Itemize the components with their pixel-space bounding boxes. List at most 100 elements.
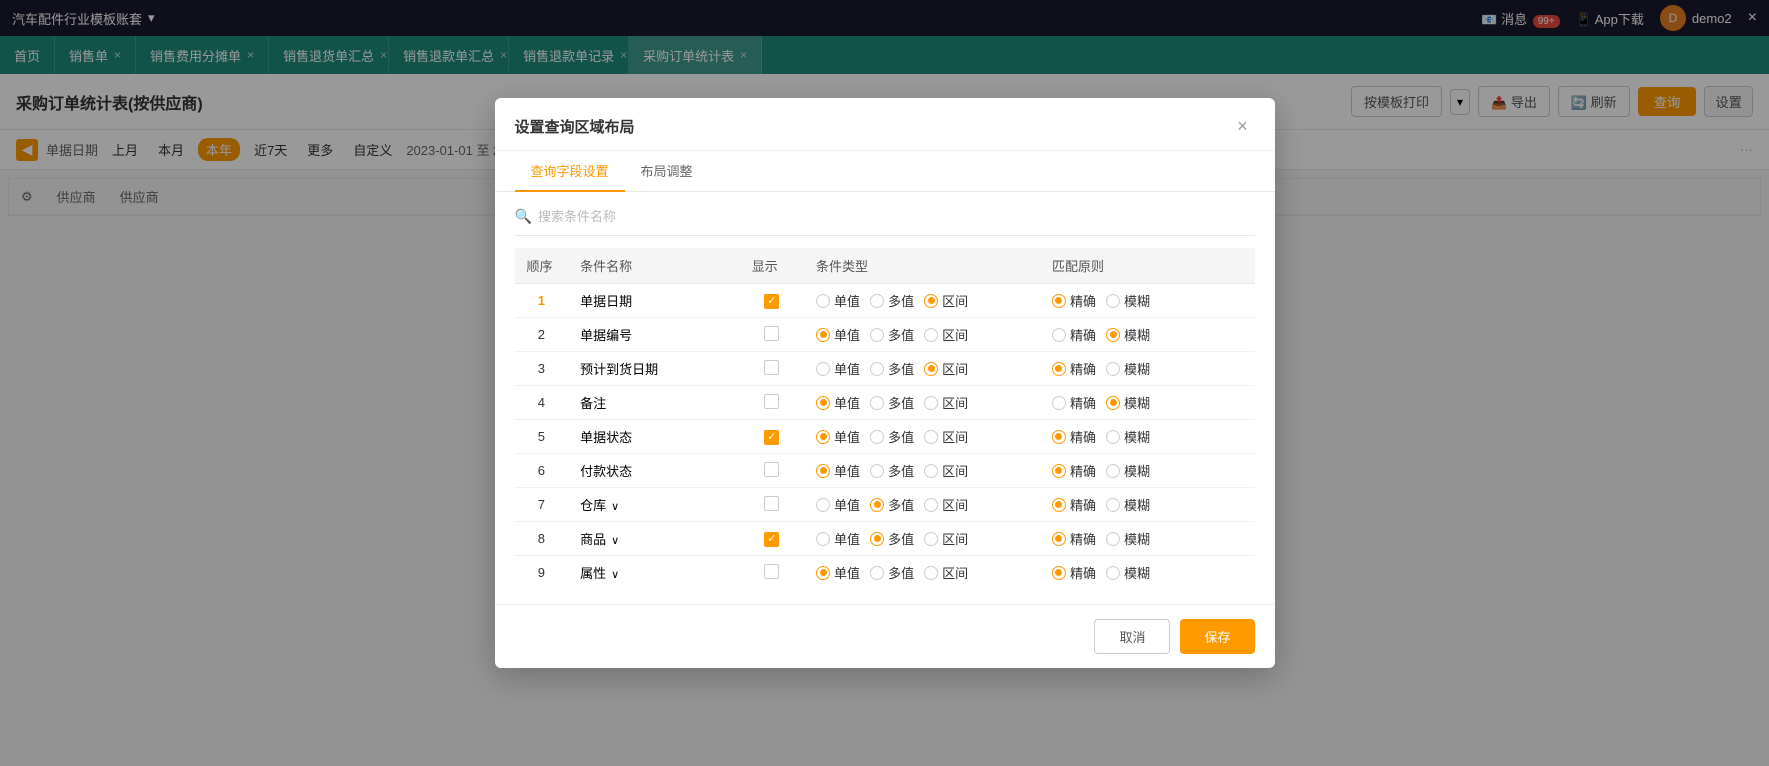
radio-circle-icon bbox=[1106, 566, 1120, 580]
radio-circle-icon bbox=[1106, 328, 1120, 342]
radio-type-item[interactable]: 区间 bbox=[924, 359, 968, 378]
radio-type-item[interactable]: 多值 bbox=[870, 393, 914, 412]
chevron-down-icon[interactable]: ∨ bbox=[608, 569, 619, 581]
conditions-table-scroll[interactable]: 顺序 条件名称 显示 条件类型 匹配原则 1单据日期单值多值区间精确模糊2单据编… bbox=[515, 248, 1255, 588]
radio-match-item[interactable]: 模糊 bbox=[1106, 291, 1150, 310]
table-row: 2单据编号单值多值区间精确模糊 bbox=[515, 318, 1255, 352]
radio-match-item[interactable]: 模糊 bbox=[1106, 461, 1150, 480]
row-show-checkbox[interactable] bbox=[764, 564, 779, 579]
radio-type-item[interactable]: 区间 bbox=[924, 529, 968, 548]
save-button[interactable]: 保存 bbox=[1180, 619, 1254, 654]
radio-type-item[interactable]: 单值 bbox=[816, 291, 860, 310]
radio-type-item[interactable]: 区间 bbox=[924, 427, 968, 446]
radio-type-item[interactable]: 区间 bbox=[924, 495, 968, 514]
radio-match-item[interactable]: 模糊 bbox=[1106, 495, 1150, 514]
radio-type-item[interactable]: 区间 bbox=[924, 291, 968, 310]
row-match-cell: 精确模糊 bbox=[1040, 386, 1255, 420]
radio-circle-icon bbox=[816, 566, 830, 580]
radio-circle-icon bbox=[816, 430, 830, 444]
chevron-down-icon[interactable]: ∨ bbox=[608, 501, 619, 513]
radio-type-item[interactable]: 区间 bbox=[924, 461, 968, 480]
chevron-down-icon[interactable]: ∨ bbox=[608, 535, 619, 547]
radio-circle-icon bbox=[1106, 362, 1120, 376]
radio-type-item[interactable]: 多值 bbox=[870, 291, 914, 310]
table-header-row: 顺序 条件名称 显示 条件类型 匹配原则 bbox=[515, 248, 1255, 284]
radio-match-item[interactable]: 模糊 bbox=[1106, 529, 1150, 548]
row-show-checkbox-cell bbox=[740, 454, 804, 488]
radio-type-item[interactable]: 区间 bbox=[924, 563, 968, 582]
dialog-close-button[interactable]: × bbox=[1231, 114, 1255, 138]
radio-label: 单值 bbox=[834, 495, 860, 514]
row-show-checkbox[interactable] bbox=[764, 430, 779, 445]
radio-match-item[interactable]: 精确 bbox=[1052, 393, 1096, 412]
row-show-checkbox[interactable] bbox=[764, 462, 779, 477]
radio-type-item[interactable]: 单值 bbox=[816, 461, 860, 480]
radio-type-item[interactable]: 单值 bbox=[816, 495, 860, 514]
radio-type-item[interactable]: 单值 bbox=[816, 529, 860, 548]
radio-type-item[interactable]: 多值 bbox=[870, 529, 914, 548]
radio-type-item[interactable]: 多值 bbox=[870, 563, 914, 582]
radio-type-item[interactable]: 单值 bbox=[816, 563, 860, 582]
dialog-tab-query-fields[interactable]: 查询字段设置 bbox=[515, 151, 625, 192]
radio-match-item[interactable]: 模糊 bbox=[1106, 325, 1150, 344]
radio-type-item[interactable]: 多值 bbox=[870, 427, 914, 446]
radio-circle-icon bbox=[924, 396, 938, 410]
radio-label: 单值 bbox=[834, 325, 860, 344]
radio-label: 多值 bbox=[888, 325, 914, 344]
radio-circle-icon bbox=[870, 532, 884, 546]
radio-match-item[interactable]: 模糊 bbox=[1106, 359, 1150, 378]
row-show-checkbox[interactable] bbox=[764, 326, 779, 341]
radio-type-item[interactable]: 区间 bbox=[924, 325, 968, 344]
radio-circle-icon bbox=[870, 464, 884, 478]
modal-overlay: 设置查询区域布局 × 查询字段设置 布局调整 🔍 顺序 条件名称 bbox=[0, 0, 1769, 766]
row-show-checkbox[interactable] bbox=[764, 360, 779, 375]
row-order: 9 bbox=[515, 556, 569, 589]
th-name: 条件名称 bbox=[568, 248, 740, 284]
radio-label: 精确 bbox=[1070, 427, 1096, 446]
radio-match-item[interactable]: 精确 bbox=[1052, 359, 1096, 378]
radio-label: 模糊 bbox=[1124, 427, 1150, 446]
radio-match-item[interactable]: 精确 bbox=[1052, 529, 1096, 548]
row-order: 4 bbox=[515, 386, 569, 420]
radio-circle-icon bbox=[1052, 362, 1066, 376]
radio-match-item[interactable]: 精确 bbox=[1052, 495, 1096, 514]
radio-label: 区间 bbox=[942, 495, 968, 514]
radio-match-item[interactable]: 精确 bbox=[1052, 427, 1096, 446]
row-show-checkbox[interactable] bbox=[764, 532, 779, 547]
radio-type-item[interactable]: 区间 bbox=[924, 393, 968, 412]
radio-circle-icon bbox=[1052, 328, 1066, 342]
row-show-checkbox[interactable] bbox=[764, 394, 779, 409]
row-show-checkbox[interactable] bbox=[764, 496, 779, 511]
radio-match-item[interactable]: 模糊 bbox=[1106, 427, 1150, 446]
radio-circle-icon bbox=[924, 498, 938, 512]
search-input[interactable] bbox=[538, 209, 718, 224]
radio-circle-icon bbox=[1106, 430, 1120, 444]
conditions-table: 顺序 条件名称 显示 条件类型 匹配原则 1单据日期单值多值区间精确模糊2单据编… bbox=[515, 248, 1255, 588]
search-icon: 🔍 bbox=[515, 208, 532, 225]
radio-match-item[interactable]: 模糊 bbox=[1106, 393, 1150, 412]
row-show-checkbox[interactable] bbox=[764, 294, 779, 309]
cancel-button[interactable]: 取消 bbox=[1094, 619, 1170, 654]
row-type-cell: 单值多值区间 bbox=[804, 556, 1040, 589]
radio-circle-icon bbox=[1052, 464, 1066, 478]
radio-type-item[interactable]: 多值 bbox=[870, 495, 914, 514]
radio-match-item[interactable]: 精确 bbox=[1052, 325, 1096, 344]
row-condition-name: 属性 ∨ bbox=[568, 556, 740, 589]
radio-circle-icon bbox=[816, 396, 830, 410]
radio-type-item[interactable]: 单值 bbox=[816, 393, 860, 412]
radio-circle-icon bbox=[1052, 430, 1066, 444]
row-show-checkbox-cell bbox=[740, 386, 804, 420]
radio-match-item[interactable]: 模糊 bbox=[1106, 563, 1150, 582]
row-type-cell: 单值 多值区间 bbox=[804, 318, 1040, 352]
radio-type-item[interactable]: 单值 bbox=[816, 325, 860, 344]
radio-type-item[interactable]: 多值 bbox=[870, 325, 914, 344]
dialog-tab-layout[interactable]: 布局调整 bbox=[625, 151, 709, 192]
radio-type-item[interactable]: 单值 bbox=[816, 359, 860, 378]
radio-type-item[interactable]: 多值 bbox=[870, 359, 914, 378]
radio-circle-icon bbox=[924, 362, 938, 376]
radio-type-item[interactable]: 单值 bbox=[816, 427, 860, 446]
radio-match-item[interactable]: 精确 bbox=[1052, 291, 1096, 310]
radio-type-item[interactable]: 多值 bbox=[870, 461, 914, 480]
radio-match-item[interactable]: 精确 bbox=[1052, 563, 1096, 582]
radio-match-item[interactable]: 精确 bbox=[1052, 461, 1096, 480]
